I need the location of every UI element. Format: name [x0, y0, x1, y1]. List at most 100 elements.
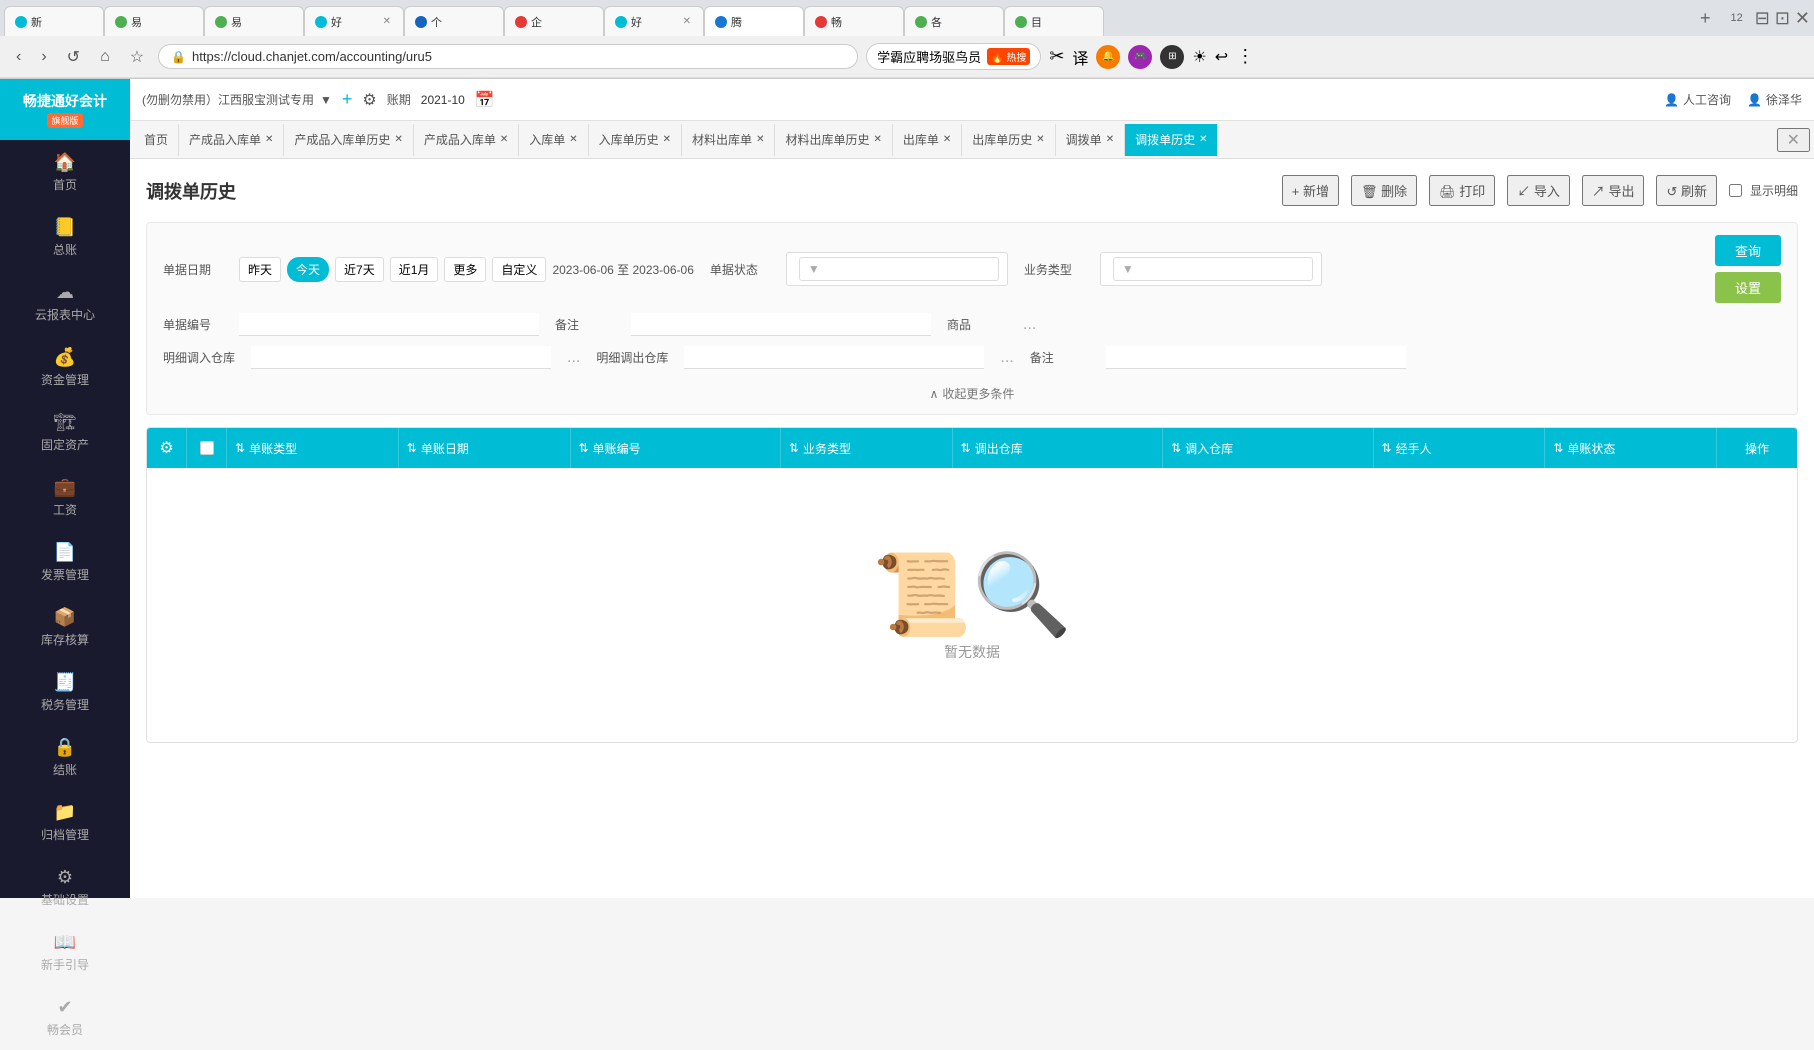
- goods-dots-btn[interactable]: ...: [1023, 316, 1036, 334]
- page-tab-out-history[interactable]: 出库单历史 ✕: [962, 124, 1055, 156]
- browser-search[interactable]: 学霸应聘场驱鸟员 🔥 热搜: [866, 43, 1041, 70]
- page-tab-close-in-history[interactable]: ✕: [663, 134, 671, 145]
- page-tab-product-in[interactable]: 产成品入库单 ✕: [179, 124, 284, 156]
- sidebar-item-member[interactable]: ✔ 畅会员: [0, 985, 130, 1050]
- docnum-input[interactable]: [239, 313, 539, 336]
- sidebar-item-archive[interactable]: 📁 归档管理: [0, 790, 130, 855]
- menu-icon[interactable]: ⋮: [1236, 46, 1254, 67]
- note-input[interactable]: [1106, 346, 1406, 369]
- page-tab-close-transfer[interactable]: ✕: [1106, 134, 1114, 145]
- status-select[interactable]: ▼: [786, 252, 1008, 286]
- sidebar-item-capital[interactable]: 💰 资金管理: [0, 335, 130, 400]
- new-button[interactable]: + 新增: [1282, 175, 1339, 206]
- out-warehouse-input[interactable]: [684, 346, 984, 369]
- consultant-button[interactable]: 👤 人工咨询: [1664, 91, 1731, 108]
- th-date[interactable]: ⇅ 单账日期: [399, 428, 571, 468]
- biztype-select[interactable]: ▼: [1100, 252, 1322, 286]
- th-status[interactable]: ⇅ 单账状态: [1545, 428, 1717, 468]
- th-in[interactable]: ⇅ 调入仓库: [1163, 428, 1373, 468]
- th-type[interactable]: ⇅ 单账类型: [227, 428, 399, 468]
- in-warehouse-input[interactable]: [251, 346, 551, 369]
- calendar-icon[interactable]: 📅: [475, 90, 495, 110]
- url-bar[interactable]: 🔒 https://cloud.chanjet.com/accounting/u…: [158, 44, 858, 69]
- select-all-checkbox[interactable]: [200, 441, 214, 455]
- undo-icon[interactable]: ↩: [1215, 47, 1228, 67]
- browser-tab-1[interactable]: 易: [104, 6, 204, 36]
- page-tab-transfer[interactable]: 调拨单 ✕: [1056, 124, 1125, 156]
- browser-tab-7[interactable]: 腾: [704, 6, 804, 36]
- out-warehouse-dots[interactable]: ...: [1000, 349, 1013, 367]
- translate-icon[interactable]: 译: [1072, 45, 1088, 69]
- sidebar-item-closing[interactable]: 🔒 结账: [0, 725, 130, 790]
- import-button[interactable]: ↙ 导入: [1507, 175, 1570, 206]
- reload-button[interactable]: ↺: [61, 43, 86, 71]
- print-button[interactable]: 🖨 打印: [1429, 175, 1495, 206]
- sidebar-item-fixed[interactable]: 🏗 固定资产: [0, 400, 130, 465]
- close-all-tabs-button[interactable]: ✕: [1777, 128, 1810, 152]
- th-out[interactable]: ⇅ 调出仓库: [953, 428, 1163, 468]
- browser-tab-10[interactable]: 目: [1004, 6, 1104, 36]
- page-tab-close-material-out-history[interactable]: ✕: [873, 134, 881, 145]
- browser-tab-9[interactable]: 各: [904, 6, 1004, 36]
- page-tab-product-in-history[interactable]: 产成品入库单历史 ✕: [284, 124, 413, 156]
- date-yesterday-btn[interactable]: 昨天: [239, 257, 281, 282]
- th-biztype[interactable]: ⇅ 业务类型: [781, 428, 953, 468]
- th-settings[interactable]: ⚙: [147, 428, 187, 468]
- user-button[interactable]: 👤 徐泽华: [1747, 91, 1802, 108]
- remark-input[interactable]: [631, 313, 931, 336]
- tab-close-3[interactable]: ✕: [381, 15, 393, 28]
- sidebar-item-guide[interactable]: 📖 新手引导: [0, 920, 130, 985]
- brightness-icon[interactable]: ☀: [1192, 47, 1206, 67]
- add-company-button[interactable]: +: [342, 89, 353, 110]
- page-tab-close-product-in2[interactable]: ✕: [500, 134, 508, 145]
- collapse-button[interactable]: ∧ 收起更多条件: [930, 379, 1015, 402]
- page-tab-close-product-in[interactable]: ✕: [265, 134, 273, 145]
- page-tab-transfer-history[interactable]: 调拨单历史 ✕: [1125, 124, 1218, 156]
- home-button[interactable]: ⌂: [94, 44, 116, 70]
- browser-tab-0[interactable]: 新: [4, 6, 104, 36]
- date-1month-btn[interactable]: 近1月: [390, 257, 439, 282]
- page-tab-material-out-history[interactable]: 材料出库单历史 ✕: [775, 124, 892, 156]
- th-checkbox[interactable]: [187, 428, 227, 468]
- display-checkbox[interactable]: [1729, 184, 1742, 197]
- page-tab-close-material-out[interactable]: ✕: [756, 134, 764, 145]
- date-custom-btn[interactable]: 自定义: [492, 257, 546, 282]
- sidebar-item-basic[interactable]: ⚙ 基础设置: [0, 855, 130, 920]
- query-button[interactable]: 查询: [1715, 235, 1781, 266]
- sidebar-item-report[interactable]: ☁ 云报表中心: [0, 270, 130, 335]
- page-tab-home[interactable]: 首页: [134, 124, 179, 156]
- sidebar-item-tax[interactable]: 🧾 税务管理: [0, 660, 130, 725]
- page-tab-close-in-order[interactable]: ✕: [569, 134, 577, 145]
- display-toggle[interactable]: 显示明细: [1729, 182, 1798, 199]
- date-more-btn[interactable]: 更多: [444, 257, 486, 282]
- company-selector[interactable]: (勿删勿禁用）江西服宝测试专用 ▼: [142, 91, 332, 108]
- page-tab-in-history[interactable]: 入库单历史 ✕: [589, 124, 682, 156]
- star-button[interactable]: ☆: [124, 43, 150, 71]
- browser-tab-2[interactable]: 易: [204, 6, 304, 36]
- sidebar-item-invoice[interactable]: 📄 发票管理: [0, 530, 130, 595]
- extension-icon-3[interactable]: ⊞: [1160, 45, 1184, 69]
- browser-tab-3[interactable]: 好 ✕: [304, 6, 404, 36]
- export-button[interactable]: ↗ 导出: [1582, 175, 1645, 206]
- extension-icon-1[interactable]: 🔔: [1096, 45, 1120, 69]
- browser-tab-4[interactable]: 个: [404, 6, 504, 36]
- sidebar-item-ledger[interactable]: 📒 总账: [0, 205, 130, 270]
- refresh-button[interactable]: ↺ 刷新: [1656, 175, 1717, 206]
- in-warehouse-dots[interactable]: ...: [567, 349, 580, 367]
- browser-tab-5[interactable]: 企: [504, 6, 604, 36]
- back-button[interactable]: ‹: [10, 44, 27, 70]
- page-tab-close-transfer-history[interactable]: ✕: [1199, 134, 1207, 145]
- th-num[interactable]: ⇅ 单账编号: [571, 428, 781, 468]
- page-tab-product-in2[interactable]: 产成品入库单 ✕: [414, 124, 519, 156]
- page-tab-close-out-history[interactable]: ✕: [1036, 134, 1044, 145]
- sidebar-item-home[interactable]: 🏠 首页: [0, 140, 130, 205]
- new-tab-button[interactable]: +: [1692, 8, 1719, 29]
- th-handler[interactable]: ⇅ 经手人: [1374, 428, 1546, 468]
- page-tab-out-order[interactable]: 出库单 ✕: [893, 124, 962, 156]
- settings-icon[interactable]: ⚙: [362, 90, 376, 110]
- scissors-icon[interactable]: ✂: [1049, 46, 1064, 67]
- page-tab-close-product-in-history[interactable]: ✕: [394, 134, 402, 145]
- sidebar-item-wage[interactable]: 💼 工资: [0, 465, 130, 530]
- date-today-btn[interactable]: 今天: [287, 257, 329, 282]
- extension-icon-2[interactable]: 🎮: [1128, 45, 1152, 69]
